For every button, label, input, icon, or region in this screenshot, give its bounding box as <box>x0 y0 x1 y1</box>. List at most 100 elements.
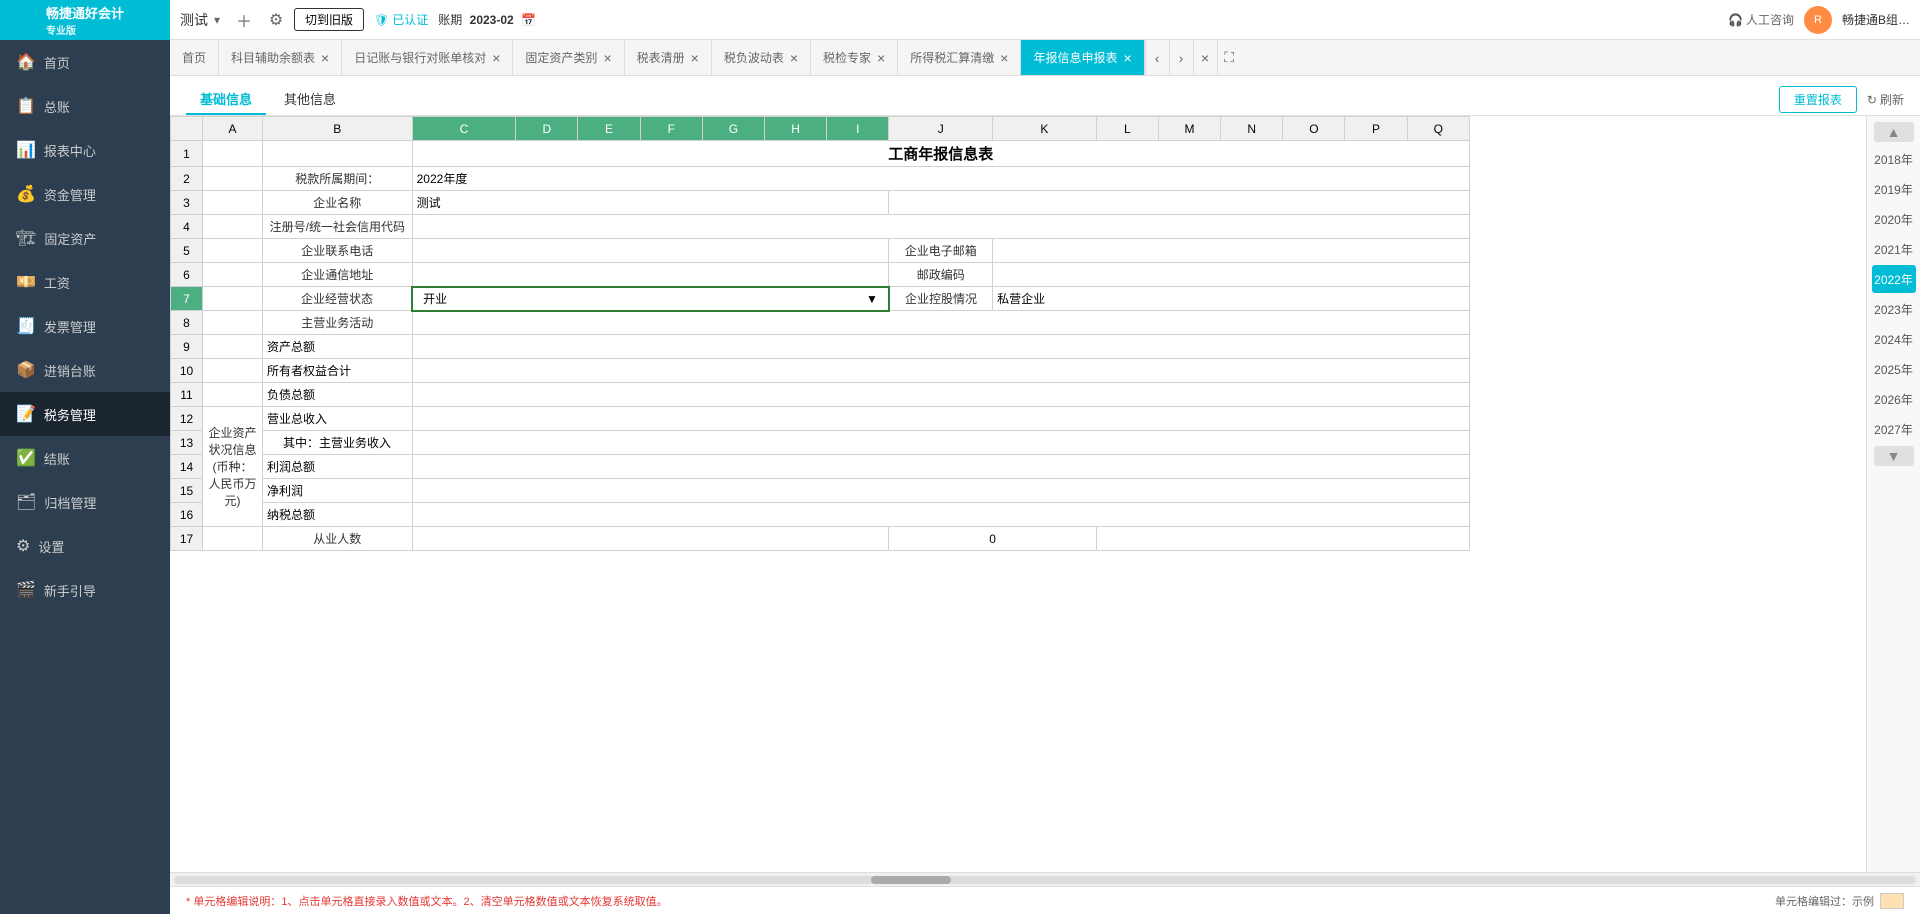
sidebar-item-sales[interactable]: 📦 进销台账 <box>0 348 170 392</box>
top-right-area: 🎧 人工咨询 R 畅捷通B组… <box>1728 6 1910 34</box>
sidebar-item-reports[interactable]: 📊 报表中心 <box>0 128 170 172</box>
cell-13c[interactable] <box>412 431 1469 455</box>
year-item-2025[interactable]: 2025年 <box>1872 355 1916 383</box>
col-header-q: Q <box>1407 117 1469 141</box>
row-num-3: 3 <box>171 191 203 215</box>
cell-12c[interactable] <box>412 407 1469 431</box>
year-item-2024[interactable]: 2024年 <box>1872 325 1916 353</box>
col-header-c: C <box>412 117 516 141</box>
tab-home[interactable]: 首页 <box>170 40 219 75</box>
sidebar-item-settings[interactable]: ⚙ 设置 <box>0 524 170 568</box>
sidebar-item-invoices[interactable]: 🧾 发票管理 <box>0 304 170 348</box>
year-item-2023[interactable]: 2023年 <box>1872 295 1916 323</box>
tab-next-button[interactable]: › <box>1169 40 1193 75</box>
tab-tax-wave[interactable]: 税负波动表 × <box>712 40 811 75</box>
company-dropdown-icon[interactable]: ▾ <box>214 13 220 27</box>
sidebar-item-archive[interactable]: 🗂 归档管理 <box>0 480 170 524</box>
cell-10c[interactable] <box>412 359 1469 383</box>
cell-10a <box>203 359 263 383</box>
tab-expand-button[interactable]: ⛶ <box>1217 40 1241 75</box>
year-item-2022[interactable]: 2022年 <box>1872 265 1916 293</box>
sidebar-label-assets: 固定资产 <box>44 229 96 248</box>
invoices-icon: 🧾 <box>16 316 36 336</box>
tab-close-tax-expert[interactable]: × <box>877 50 885 66</box>
tab-close-tax-list[interactable]: × <box>691 50 699 66</box>
sidebar-item-assets[interactable]: 🏗 固定资产 <box>0 216 170 260</box>
year-item-2027[interactable]: 2027年 <box>1872 415 1916 443</box>
tab-close-all-button[interactable]: × <box>1193 40 1217 75</box>
tab-close-annual[interactable]: × <box>1123 50 1131 66</box>
tab-close-tax-wave[interactable]: × <box>790 50 798 66</box>
consultant-button[interactable]: 🎧 人工咨询 <box>1728 11 1794 28</box>
settings-icon[interactable]: ⚙ <box>262 6 290 34</box>
cell-8c[interactable] <box>412 311 1469 335</box>
sidebar-item-home[interactable]: 🏠 首页 <box>0 40 170 84</box>
year-item-2020[interactable]: 2020年 <box>1872 205 1916 233</box>
switch-old-version-button[interactable]: 切到旧版 <box>294 8 364 31</box>
cell-2c[interactable]: 2022年度 <box>412 167 1469 191</box>
cell-16c[interactable] <box>412 503 1469 527</box>
sidebar-label-tax: 税务管理 <box>44 405 96 424</box>
tab-close-journal[interactable]: × <box>492 50 500 66</box>
cell-15c[interactable] <box>412 479 1469 503</box>
refresh-button[interactable]: ↻ 刷新 <box>1867 91 1904 108</box>
year-item-2019[interactable]: 2019年 <box>1872 175 1916 203</box>
reset-report-button[interactable]: 重置报表 <box>1779 86 1857 113</box>
tab-journal[interactable]: 日记账与银行对账单核对 × <box>342 40 513 75</box>
cell-14c[interactable] <box>412 455 1469 479</box>
sidebar-item-close[interactable]: ✅ 结账 <box>0 436 170 480</box>
tab-income-tax[interactable]: 所得税汇算清缴 × <box>898 40 1021 75</box>
tab-close-fixed-cat[interactable]: × <box>603 50 611 66</box>
row-num-1: 1 <box>171 141 203 167</box>
cell-17c[interactable] <box>412 527 889 551</box>
sidebar-item-guide[interactable]: 🎬 新手引导 <box>0 568 170 612</box>
sub-tab-basic[interactable]: 基础信息 <box>186 84 266 115</box>
year-item-2021[interactable]: 2021年 <box>1872 235 1916 263</box>
horizontal-scrollbar[interactable] <box>170 872 1920 886</box>
scroll-thumb[interactable] <box>871 876 951 884</box>
table-row: 3 企业名称 测试 <box>171 191 1470 215</box>
cell-11c[interactable] <box>412 383 1469 407</box>
settings-side-icon: ⚙ <box>16 536 30 556</box>
cell-8a <box>203 311 263 335</box>
year-scroll-up-button[interactable]: ▲ <box>1874 122 1914 142</box>
cell-3c[interactable]: 测试 <box>412 191 889 215</box>
tab-prev-button[interactable]: ‹ <box>1145 40 1169 75</box>
cell-5c[interactable] <box>412 239 889 263</box>
sidebar-item-payroll[interactable]: 💴 工资 <box>0 260 170 304</box>
cell-6j: 邮政编码 <box>889 263 993 287</box>
cell-9c[interactable] <box>412 335 1469 359</box>
cell-4c[interactable] <box>412 215 1469 239</box>
tab-subject[interactable]: 科目辅助余额表 × <box>219 40 342 75</box>
tab-annual-report[interactable]: 年报信息申报表 × <box>1021 40 1144 75</box>
sub-tabs-right: 重置报表 ↻ 刷新 <box>1779 86 1904 113</box>
reports-icon: 📊 <box>16 140 36 160</box>
sidebar-item-ledger[interactable]: 📋 总账 <box>0 84 170 128</box>
cell-3b: 企业名称 <box>263 191 413 215</box>
funds-icon: 💰 <box>16 184 36 204</box>
sidebar-item-funds[interactable]: 💰 资金管理 <box>0 172 170 216</box>
year-item-2026[interactable]: 2026年 <box>1872 385 1916 413</box>
tab-tax-list[interactable]: 税表清册 × <box>625 40 712 75</box>
tab-close-income-tax[interactable]: × <box>1000 50 1008 66</box>
cell-5b: 企业联系电话 <box>263 239 413 263</box>
sub-tab-other[interactable]: 其他信息 <box>270 84 350 115</box>
year-item-2018[interactable]: 2018年 <box>1872 145 1916 173</box>
sidebar-item-tax[interactable]: 📝 税务管理 <box>0 392 170 436</box>
tab-fixed-cat[interactable]: 固定资产类别 × <box>513 40 624 75</box>
cell-4b: 注册号/统一社会信用代码 <box>263 215 413 239</box>
dropdown-arrow-icon[interactable]: ▼ <box>866 292 878 306</box>
tax-icon: 📝 <box>16 404 36 424</box>
tab-close-subject[interactable]: × <box>321 50 329 66</box>
table-row: 9 资产总额 <box>171 335 1470 359</box>
sidebar-label-sales: 进销台账 <box>44 361 96 380</box>
cell-7c-dropdown[interactable]: 开业 ▼ <box>412 287 889 311</box>
year-scroll-down-button[interactable]: ▼ <box>1874 446 1914 466</box>
tab-tax-expert[interactable]: 税检专家 × <box>811 40 898 75</box>
refresh-icon: ↻ <box>1867 93 1877 107</box>
cell-6c[interactable] <box>412 263 889 287</box>
calendar-icon[interactable]: 📅 <box>521 13 536 27</box>
add-tab-button[interactable]: ＋ <box>230 6 258 34</box>
cell-6k[interactable] <box>993 263 1470 287</box>
cell-5k[interactable] <box>993 239 1470 263</box>
